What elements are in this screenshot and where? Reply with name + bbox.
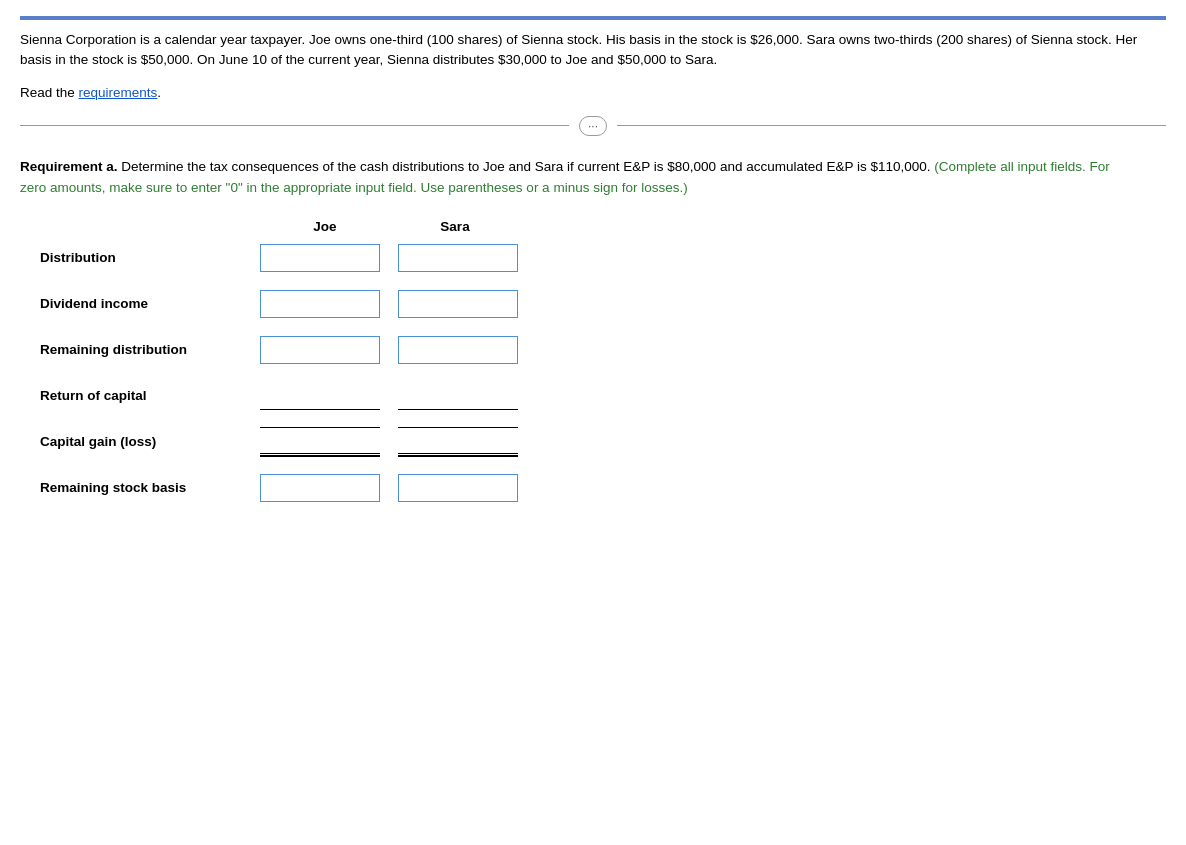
cell-sara-distribution bbox=[398, 244, 528, 272]
joe-capital-gain-wrapper bbox=[260, 427, 380, 457]
cap-gain-sara-bottom-line-2 bbox=[398, 455, 518, 457]
cap-gain-bottom-line-2 bbox=[260, 455, 380, 457]
requirement-bold: Requirement a. bbox=[20, 159, 118, 174]
form-table: Joe Sara Distribution Dividend income Re… bbox=[40, 219, 1166, 506]
label-return-of-capital: Return of capital bbox=[40, 388, 260, 403]
cell-sara-stock-basis bbox=[398, 474, 528, 502]
cell-sara-remaining-dist bbox=[398, 336, 528, 364]
divider-line-right bbox=[617, 125, 1166, 126]
section-divider: ··· bbox=[20, 116, 1166, 136]
input-sara-stock-basis[interactable] bbox=[398, 474, 518, 502]
row-remaining-stock-basis: Remaining stock basis bbox=[40, 470, 1166, 506]
input-sara-dividend[interactable] bbox=[398, 290, 518, 318]
col-header-joe: Joe bbox=[260, 219, 390, 234]
input-joe-distribution[interactable] bbox=[260, 244, 380, 272]
input-joe-remaining-dist[interactable] bbox=[260, 336, 380, 364]
read-suffix: . bbox=[157, 85, 161, 100]
cell-joe-stock-basis bbox=[260, 474, 390, 502]
input-joe-dividend[interactable] bbox=[260, 290, 380, 318]
cell-joe-remaining-dist bbox=[260, 336, 390, 364]
cell-joe-return-capital bbox=[260, 382, 390, 410]
cap-gain-bottom-line-1 bbox=[260, 452, 380, 454]
cell-joe-distribution bbox=[260, 244, 390, 272]
input-sara-remaining-dist[interactable] bbox=[398, 336, 518, 364]
divider-ellipsis: ··· bbox=[579, 116, 607, 136]
input-joe-return-capital[interactable] bbox=[260, 382, 380, 410]
column-headers: Joe Sara bbox=[260, 219, 1166, 234]
cell-sara-return-capital bbox=[398, 382, 528, 410]
cell-sara-capital-gain bbox=[398, 427, 528, 457]
divider-line-left bbox=[20, 125, 569, 126]
label-remaining-stock-basis: Remaining stock basis bbox=[40, 480, 260, 495]
intro-text: Sienna Corporation is a calendar year ta… bbox=[20, 32, 1137, 67]
sara-capital-gain-wrapper bbox=[398, 427, 518, 457]
input-sara-capital-gain[interactable] bbox=[398, 427, 518, 451]
label-remaining-distribution: Remaining distribution bbox=[40, 342, 260, 357]
label-distribution: Distribution bbox=[40, 250, 260, 265]
cap-gain-sara-bottom-line-1 bbox=[398, 452, 518, 454]
col-header-sara: Sara bbox=[390, 219, 520, 234]
row-distribution: Distribution bbox=[40, 240, 1166, 276]
requirement-normal: Determine the tax consequences of the ca… bbox=[118, 159, 935, 174]
top-accent-bar bbox=[20, 16, 1166, 20]
cell-joe-dividend bbox=[260, 290, 390, 318]
intro-paragraph: Sienna Corporation is a calendar year ta… bbox=[20, 30, 1166, 71]
cell-sara-dividend bbox=[398, 290, 528, 318]
input-joe-stock-basis[interactable] bbox=[260, 474, 380, 502]
row-dividend-income: Dividend income bbox=[40, 286, 1166, 322]
row-capital-gain: Capital gain (loss) bbox=[40, 424, 1166, 460]
requirements-link[interactable]: requirements bbox=[79, 85, 158, 100]
label-dividend-income: Dividend income bbox=[40, 296, 260, 311]
cell-joe-capital-gain bbox=[260, 427, 390, 457]
read-prefix: Read the bbox=[20, 85, 79, 100]
input-sara-distribution[interactable] bbox=[398, 244, 518, 272]
requirement-section: Requirement a. Determine the tax consequ… bbox=[20, 156, 1120, 199]
label-capital-gain: Capital gain (loss) bbox=[40, 434, 260, 449]
input-joe-capital-gain[interactable] bbox=[260, 427, 380, 451]
row-remaining-distribution: Remaining distribution bbox=[40, 332, 1166, 368]
input-sara-return-capital[interactable] bbox=[398, 382, 518, 410]
read-requirements-line: Read the requirements. bbox=[20, 85, 1166, 100]
row-return-of-capital: Return of capital bbox=[40, 378, 1166, 414]
